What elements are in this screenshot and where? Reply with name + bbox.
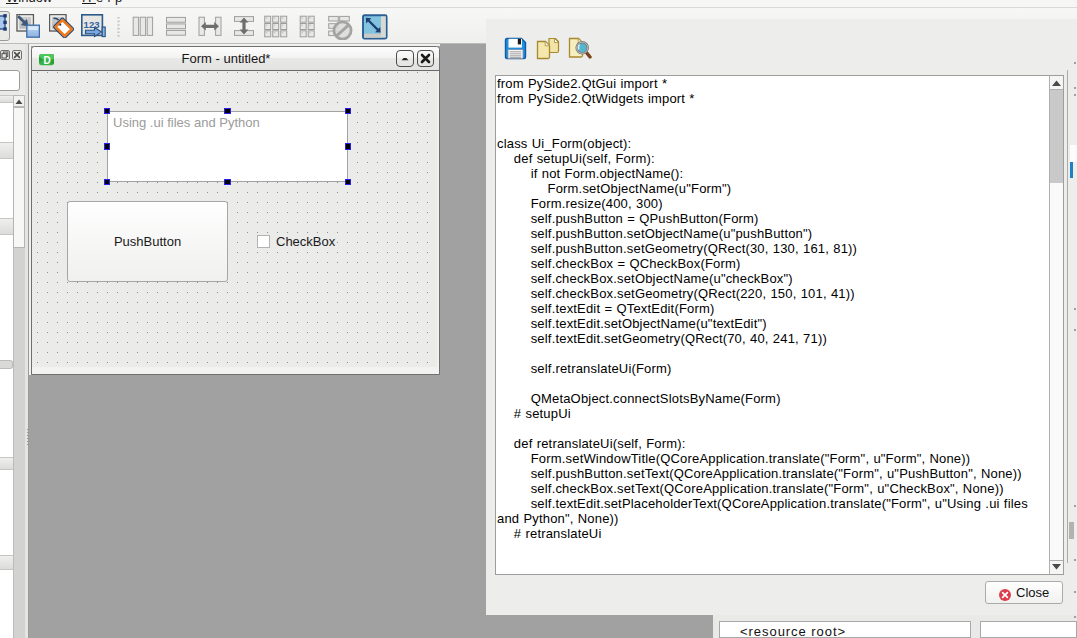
svg-text:123: 123 <box>84 19 100 30</box>
